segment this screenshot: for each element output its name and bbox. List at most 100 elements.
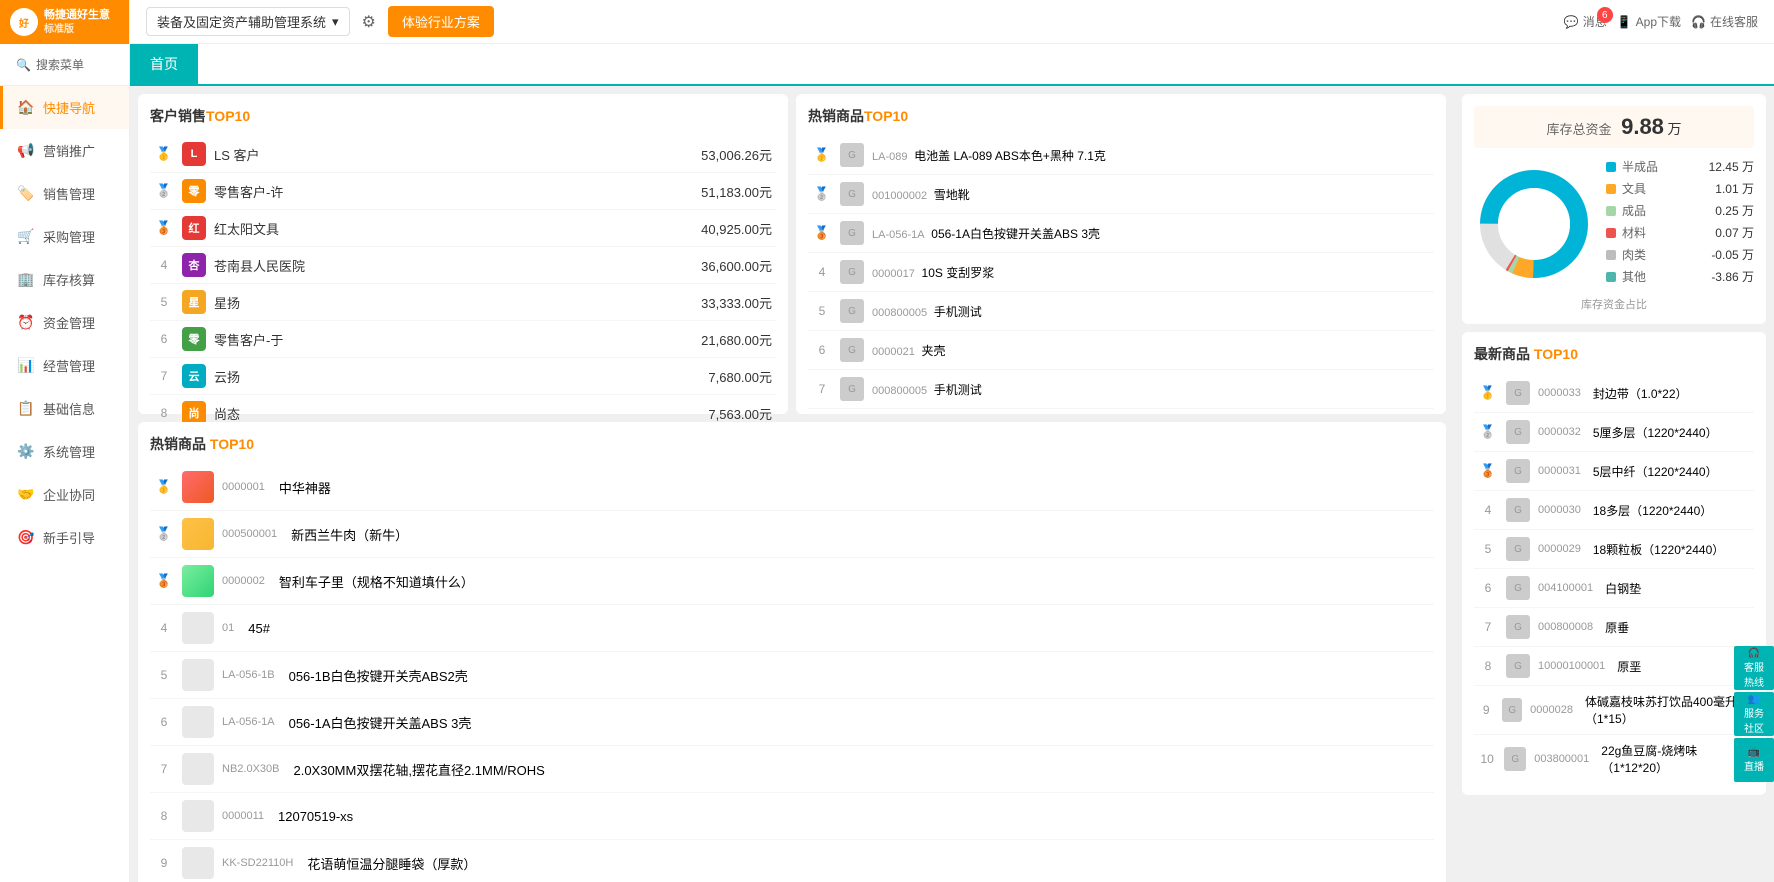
product-thumb: G bbox=[840, 299, 864, 323]
list-item: 5 LA-056-1B 056-1B白色按键开关壳ABS2壳 bbox=[150, 652, 1434, 699]
sidebar-search[interactable]: 🔍 搜索菜单 bbox=[0, 44, 129, 86]
page-tabs: 首页 bbox=[130, 44, 1774, 86]
sidebar-item-purchase[interactable]: 🛒 采购管理 bbox=[0, 215, 129, 258]
sidebar-item-marketing[interactable]: 📢 营销推广 bbox=[0, 129, 129, 172]
donut-chart bbox=[1474, 164, 1594, 284]
sales-icon: 🏷️ bbox=[17, 185, 35, 202]
hot-products-list: 🥇 0000001 中华神器 🥈 000500001 新西兰牛肉（新牛） 🥉 bbox=[150, 464, 1434, 882]
product-thumb: G bbox=[840, 143, 864, 167]
system-selector[interactable]: 装备及固定资产辅助管理系统 ▾ bbox=[146, 7, 350, 36]
sidebar-item-basic[interactable]: 📋 基础信息 bbox=[0, 387, 129, 430]
sidebar-item-guide[interactable]: 🎯 新手引导 bbox=[0, 516, 129, 559]
avatar: 云 bbox=[182, 364, 206, 388]
rank-medal-3: 🥉 bbox=[154, 220, 174, 236]
legend-list: 半成品 12.45 万 文具 1.01 万 成品 0.25 万 bbox=[1606, 158, 1754, 290]
customer-name: 零售客户-于 bbox=[214, 330, 693, 349]
management-icon: 📊 bbox=[17, 357, 35, 374]
left-panel: 客户销售TOP10 🥇 L LS 客户 53,006.26元 🥈 零 零售 bbox=[130, 86, 1454, 882]
sidebar-item-corp[interactable]: 🤝 企业协同 bbox=[0, 473, 129, 516]
product-thumb: G bbox=[1502, 698, 1522, 722]
list-item: 6 LA-056-1A 056-1A白色按键开关盖ABS 3壳 bbox=[150, 699, 1434, 746]
live-icon: 📺 bbox=[1748, 747, 1760, 758]
topbar-icons: 💬 消息 6 📱 App下载 🎧 在线客服 bbox=[1564, 13, 1758, 30]
trial-button[interactable]: 体验行业方案 bbox=[388, 6, 494, 37]
rank-num: 7 bbox=[154, 369, 174, 383]
hot-products-scroll-card: 热销商品TOP10 🥇 G LA-089 电池盖 LA-089 ABS本色+黑种… bbox=[796, 94, 1446, 414]
list-item: 7 G 000800008 原垂 bbox=[1474, 608, 1754, 647]
list-item: 🥉 G LA-056-1A 056-1A白色按键开关盖ABS 3壳 bbox=[808, 214, 1434, 253]
topbar: 装备及固定资产辅助管理系统 ▾ ⚙ 体验行业方案 💬 消息 6 📱 App下载 … bbox=[130, 0, 1774, 44]
content-area: 客户销售TOP10 🥇 L LS 客户 53,006.26元 🥈 零 零售 bbox=[130, 86, 1774, 882]
inventory-note: 库存资金占比 bbox=[1474, 296, 1754, 312]
list-item: 🥈 000500001 新西兰牛肉（新牛） bbox=[150, 511, 1434, 558]
rank-medal-2: 🥈 bbox=[154, 183, 174, 199]
legend-color bbox=[1606, 228, 1616, 238]
list-item: 🥇 G LA-089 电池盖 LA-089 ABS本色+黑种 7.1克 bbox=[808, 136, 1434, 175]
app-download-button[interactable]: 📱 App下载 bbox=[1617, 13, 1681, 30]
customer-amount: 40,925.00元 bbox=[701, 219, 772, 238]
list-item: 🥇 L LS 客户 53,006.26元 bbox=[150, 136, 776, 173]
product-thumb: G bbox=[1504, 747, 1526, 771]
product-thumb: G bbox=[840, 338, 864, 362]
sidebar-item-inventory[interactable]: 🏢 库存核算 bbox=[0, 258, 129, 301]
product-thumb: G bbox=[1506, 381, 1530, 405]
settings-icon[interactable]: ⚙ bbox=[362, 12, 376, 32]
bell-icon: 💬 bbox=[1564, 15, 1579, 29]
product-thumb: G bbox=[840, 260, 864, 284]
community-icon: 👥 bbox=[1748, 694, 1760, 705]
community-button[interactable]: 👥 服务社区 bbox=[1734, 692, 1774, 736]
new-products-card: 最新商品 TOP10 🥇 G 0000033 封边带（1.0*22） 🥈 G 0… bbox=[1462, 332, 1766, 795]
list-item: 🥇 G 0000033 封边带（1.0*22） bbox=[1474, 374, 1754, 413]
product-thumb bbox=[182, 847, 214, 879]
right-panel: 库存总资金 9.88 万 bbox=[1454, 86, 1774, 882]
customer-name: 零售客户-许 bbox=[214, 182, 693, 201]
sidebar: 好 畅捷通好生意 标准版 🔍 搜索菜单 🏠 快捷导航 📢 营销推广 🏷️ 销售管… bbox=[0, 0, 130, 882]
sidebar-item-sales[interactable]: 🏷️ 销售管理 bbox=[0, 172, 129, 215]
rank-medal-1: 🥇 bbox=[154, 146, 174, 162]
purchase-icon: 🛒 bbox=[17, 228, 35, 245]
live-button[interactable]: 📺 直播 bbox=[1734, 738, 1774, 782]
headset-icon: 🎧 bbox=[1691, 15, 1706, 29]
search-menu-button[interactable]: 🔍 搜索菜单 bbox=[10, 52, 119, 77]
sidebar-item-home[interactable]: 🏠 快捷导航 bbox=[0, 86, 129, 129]
legend-color bbox=[1606, 184, 1616, 194]
online-service-button[interactable]: 🎧 在线客服 bbox=[1691, 13, 1758, 30]
sidebar-item-finance[interactable]: ⏰ 资金管理 bbox=[0, 301, 129, 344]
phone-icon: 📱 bbox=[1617, 15, 1632, 29]
legend-item: 材料 0.07 万 bbox=[1606, 224, 1754, 241]
legend-item: 成品 0.25 万 bbox=[1606, 202, 1754, 219]
inventory-total: 库存总资金 9.88 万 bbox=[1474, 106, 1754, 148]
customer-amount: 21,680.00元 bbox=[701, 330, 772, 349]
legend-item: 肉类 -0.05 万 bbox=[1606, 246, 1754, 263]
customer-name: 尚态 bbox=[214, 404, 700, 423]
home-icon: 🏠 bbox=[17, 99, 35, 116]
customer-name: 红太阳文具 bbox=[214, 219, 693, 238]
chevron-down-icon: ▾ bbox=[332, 14, 339, 30]
product-thumb: G bbox=[840, 221, 864, 245]
sidebar-item-system[interactable]: ⚙️ 系统管理 bbox=[0, 430, 129, 473]
inventory-card: 库存总资金 9.88 万 bbox=[1462, 94, 1766, 324]
list-item: 4 G 0000017 10S 变刮罗浆 bbox=[808, 253, 1434, 292]
list-item: 5 G 000800005 手机测试 bbox=[808, 292, 1434, 331]
notification-button[interactable]: 💬 消息 6 bbox=[1564, 13, 1607, 30]
product-thumb bbox=[182, 706, 214, 738]
sidebar-item-management[interactable]: 📊 经营管理 bbox=[0, 344, 129, 387]
list-item: 🥈 零 零售客户-许 51,183.00元 bbox=[150, 173, 776, 210]
float-buttons: 🎧 客服热线 👥 服务社区 📺 直播 bbox=[1734, 646, 1774, 782]
rank-num: 6 bbox=[154, 332, 174, 346]
hot-products-title: 热销商品 TOP10 bbox=[150, 434, 1434, 454]
product-thumb bbox=[182, 518, 214, 550]
customer-service-button[interactable]: 🎧 客服热线 bbox=[1734, 646, 1774, 690]
product-thumb bbox=[182, 612, 214, 644]
customer-amount: 7,563.00元 bbox=[708, 404, 772, 423]
avatar: 红 bbox=[182, 216, 206, 240]
customer-amount: 51,183.00元 bbox=[701, 182, 772, 201]
logo-icon: 好 bbox=[10, 8, 38, 36]
tab-home[interactable]: 首页 bbox=[130, 44, 198, 84]
legend-color bbox=[1606, 206, 1616, 216]
legend-item: 文具 1.01 万 bbox=[1606, 180, 1754, 197]
list-item: 10 G 003800001 22g鱼豆腐-烧烤味（1*12*20） bbox=[1474, 735, 1754, 783]
legend-color bbox=[1606, 250, 1616, 260]
product-thumb: G bbox=[1506, 654, 1530, 678]
new-products-list: 🥇 G 0000033 封边带（1.0*22） 🥈 G 0000032 5厘多层… bbox=[1474, 374, 1754, 783]
